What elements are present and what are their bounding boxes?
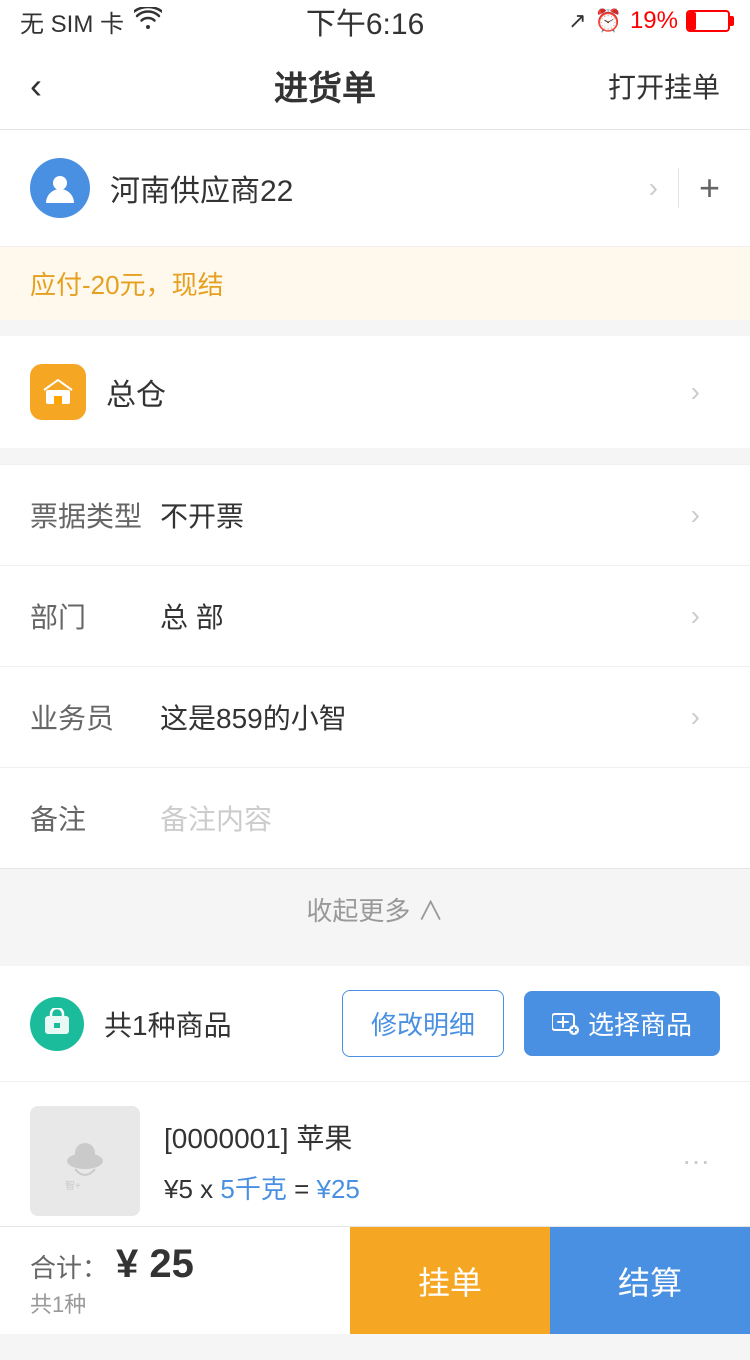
add-button[interactable]: + — [699, 167, 720, 209]
checkout-button[interactable]: 结算 — [550, 1227, 750, 1334]
subtotal: ¥25 — [317, 1174, 360, 1204]
salesman-row[interactable]: 业务员 这是859的小智 › — [0, 666, 750, 767]
unit-price: ¥5 — [164, 1174, 193, 1204]
products-section: 共1种商品 修改明细 选择商品 智+ — [0, 966, 750, 1240]
multiply-sign: x — [200, 1174, 220, 1204]
carrier-label: 无 SIM 卡 — [20, 4, 124, 39]
warehouse-name: 总仓 — [106, 370, 691, 414]
form-card: 票据类型 不开票 › 部门 总 部 › 业务员 这是859的小智 › 备注 备注… — [0, 464, 750, 950]
department-label: 部门 — [30, 596, 160, 636]
product-info: [0000001] 苹果 ¥5 x 5千克 = ¥25 — [164, 1117, 672, 1206]
status-bar: 无 SIM 卡 下午6:16 ↗ ⏰ 19% — [0, 0, 750, 42]
warehouse-card[interactable]: 总仓 › — [0, 336, 750, 448]
alarm-icon: ⏰ — [595, 8, 622, 34]
warehouse-chevron-icon: › — [691, 376, 700, 408]
product-name: [0000001] 苹果 — [164, 1117, 672, 1157]
edit-detail-button[interactable]: 修改明细 — [342, 990, 504, 1057]
invoice-type-value: 不开票 — [160, 495, 691, 535]
collapse-button[interactable]: 收起更多 ∧ — [0, 868, 750, 950]
battery-percent: 19% — [630, 7, 678, 35]
invoice-chevron-icon: › — [691, 499, 700, 531]
department-chevron-icon: › — [691, 600, 700, 632]
product-code: [0000001] — [164, 1123, 289, 1154]
warehouse-row[interactable]: 总仓 › — [0, 336, 750, 448]
remark-input[interactable]: 备注内容 — [160, 798, 720, 838]
department-value: 总 部 — [160, 596, 691, 636]
supplier-name: 河南供应商22 — [110, 166, 649, 210]
hold-button[interactable]: 挂单 — [350, 1227, 550, 1334]
products-count: 共1种商品 — [104, 1004, 322, 1044]
product-price: ¥5 x 5千克 = ¥25 — [164, 1169, 672, 1206]
remark-row[interactable]: 备注 备注内容 — [0, 767, 750, 868]
product-more-button[interactable]: ··· — [672, 1135, 720, 1187]
nav-bar: ‹ 进货单 打开挂单 — [0, 42, 750, 130]
total-amount: ¥ 25 — [116, 1242, 194, 1287]
products-icon — [30, 997, 84, 1051]
battery-icon — [686, 10, 730, 32]
svg-text:智+: 智+ — [65, 1179, 81, 1191]
products-header: 共1种商品 修改明细 选择商品 — [0, 966, 750, 1082]
notice-bar: 应付-20元，现结 — [0, 247, 750, 320]
product-thumbnail: 智+ — [30, 1106, 140, 1216]
product-title: 苹果 — [296, 1123, 352, 1154]
footer: 合计： ¥ 25 共1种 挂单 结算 — [0, 1226, 750, 1334]
divider — [678, 168, 679, 208]
invoice-type-label: 票据类型 — [30, 495, 160, 535]
status-right: ↗ ⏰ 19% — [568, 7, 730, 35]
supplier-avatar — [30, 158, 90, 218]
salesman-chevron-icon: › — [691, 701, 700, 733]
select-product-button[interactable]: 选择商品 — [524, 991, 720, 1056]
page-title: 进货单 — [274, 61, 376, 110]
supplier-card: 河南供应商22 › + 应付-20元，现结 — [0, 130, 750, 320]
status-time: 下午6:16 — [306, 0, 424, 43]
equals-sign: = — [294, 1174, 316, 1204]
product-item: 智+ [0000001] 苹果 ¥5 x 5千克 = ¥25 ··· — [0, 1082, 750, 1240]
invoice-type-row[interactable]: 票据类型 不开票 › — [0, 464, 750, 565]
select-product-label: 选择商品 — [588, 1005, 692, 1042]
location-icon: ↗ — [568, 8, 586, 34]
total-count: 共1种 — [30, 1287, 320, 1319]
department-row[interactable]: 部门 总 部 › — [0, 565, 750, 666]
quantity: 5千克 — [220, 1174, 286, 1204]
warehouse-icon — [30, 364, 86, 420]
status-left: 无 SIM 卡 — [20, 4, 162, 39]
salesman-label: 业务员 — [30, 697, 160, 737]
footer-total: 合计： ¥ 25 共1种 — [0, 1227, 350, 1334]
back-button[interactable]: ‹ — [30, 65, 42, 107]
salesman-value: 这是859的小智 — [160, 697, 691, 737]
supplier-row[interactable]: 河南供应商22 › + — [0, 130, 750, 247]
remark-label: 备注 — [30, 798, 160, 838]
content: 河南供应商22 › + 应付-20元，现结 总仓 › 票据类型 不开票 › — [0, 130, 750, 1360]
wifi-icon — [134, 7, 162, 36]
total-row: 合计： ¥ 25 — [30, 1242, 320, 1287]
total-label: 合计： — [30, 1248, 108, 1285]
supplier-chevron-icon: › — [649, 172, 658, 204]
open-hold-button[interactable]: 打开挂单 — [608, 66, 720, 106]
